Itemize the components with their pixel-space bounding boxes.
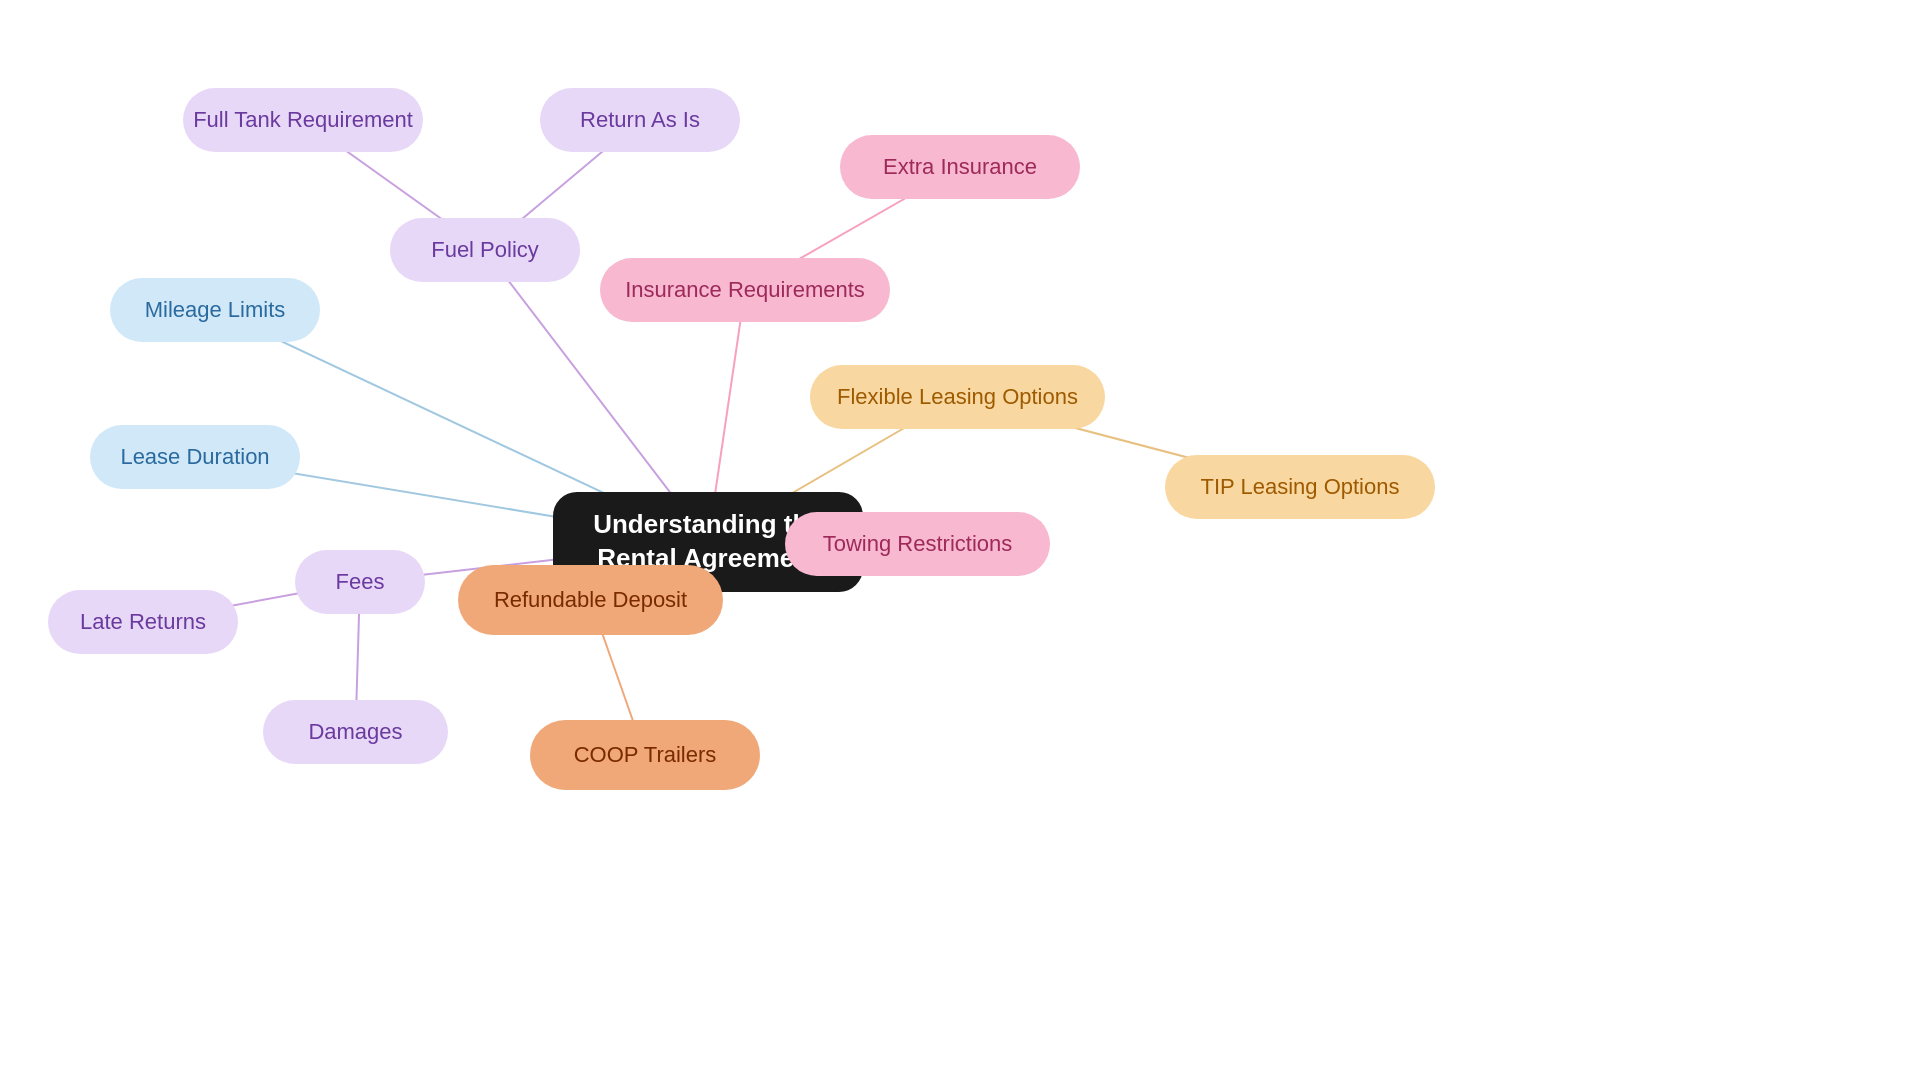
fuel-policy-node: Fuel Policy <box>390 218 580 282</box>
insurance-requirements-node: Insurance Requirements <box>600 258 890 322</box>
flexible-leasing-node: Flexible Leasing Options <box>810 365 1105 429</box>
coop-trailers-node: COOP Trailers <box>530 720 760 790</box>
late-returns-node: Late Returns <box>48 590 238 654</box>
towing-restrictions-node: Towing Restrictions <box>785 512 1050 576</box>
damages-node: Damages <box>263 700 448 764</box>
mindmap-container: Understanding the Rental Agreement Full … <box>0 0 1920 1083</box>
full-tank-node: Full Tank Requirement <box>183 88 423 152</box>
tip-leasing-node: TIP Leasing Options <box>1165 455 1435 519</box>
return-as-is-node: Return As Is <box>540 88 740 152</box>
mileage-limits-node: Mileage Limits <box>110 278 320 342</box>
extra-insurance-node: Extra Insurance <box>840 135 1080 199</box>
fees-node: Fees <box>295 550 425 614</box>
refundable-deposit-node: Refundable Deposit <box>458 565 723 635</box>
lease-duration-node: Lease Duration <box>90 425 300 489</box>
